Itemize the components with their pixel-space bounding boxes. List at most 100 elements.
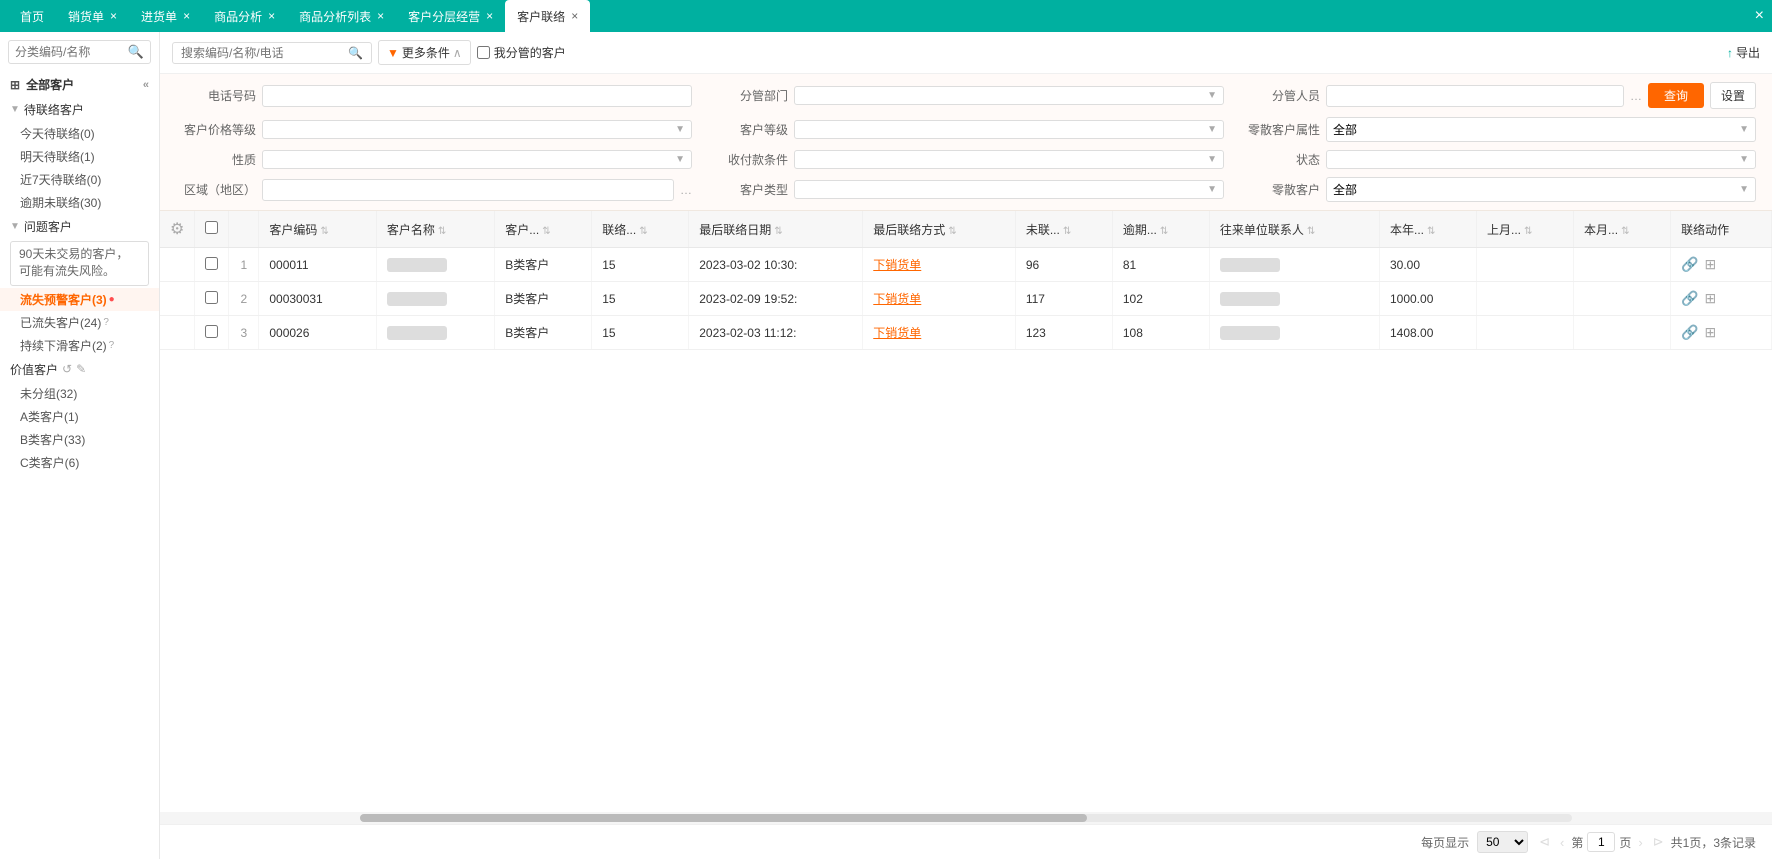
row-action: 🔗 ⊞ [1671,282,1772,316]
row-checkbox[interactable] [205,291,218,304]
page-prev-btn[interactable]: ‹ [1557,835,1567,850]
region-dots[interactable]: … [680,183,692,197]
page-label: 第 [1571,834,1583,851]
search-icon-btn[interactable]: 🔍 [348,46,363,60]
page-input[interactable] [1587,832,1615,852]
row-action-link-icon[interactable]: 🔗 [1681,256,1698,273]
row-action-more-icon[interactable]: ⊞ [1705,324,1717,341]
th-not-contacted[interactable]: 未联...⇅ [1015,211,1112,248]
filter-row-dept: 分管部门 ▼ [708,82,1224,109]
nature-select[interactable]: ▼ [262,150,692,169]
page-first-btn[interactable]: ⊲ [1536,834,1553,850]
row-last-month [1477,316,1574,350]
filter-row-nature: 性质 ▼ [176,150,692,169]
tab-purchase[interactable]: 进货单 × [129,0,202,32]
select-all-checkbox[interactable] [205,221,218,234]
tab-customer-contact-close[interactable]: × [571,9,578,23]
tab-sales[interactable]: 销货单 × [56,0,129,32]
row-overdue: 102 [1112,282,1209,316]
th-this-year[interactable]: 本年...⇅ [1379,211,1476,248]
page-next-btn[interactable]: › [1635,835,1645,850]
zero-attr-value: 全部 [1333,121,1357,138]
refresh-icon[interactable]: ↺ [62,362,72,376]
th-type[interactable]: 客户...⇅ [495,211,592,248]
row-action-link-icon[interactable]: 🔗 [1681,324,1698,341]
sidebar-item-classA-label: A类客户(1) [20,408,79,425]
zero-customer-select[interactable]: 全部 ▼ [1326,177,1756,202]
page-last-btn[interactable]: ⊳ [1650,834,1667,850]
customer-level-select[interactable]: ▼ [794,120,1224,139]
settings-btn[interactable]: 设置 [1710,82,1756,109]
customer-type-select[interactable]: ▼ [794,180,1224,199]
th-unit-contact[interactable]: 往来单位联系人⇅ [1209,211,1379,248]
my-customers-checkbox[interactable] [477,46,490,59]
th-last-contact-date[interactable]: 最后联络日期⇅ [689,211,863,248]
th-num [229,211,259,248]
th-settings[interactable]: ⚙ [160,211,195,248]
sidebar-item-overdue-contact[interactable]: 逾期未联络(30) [0,191,159,214]
sidebar-item-classC[interactable]: C类客户(6) [0,451,159,474]
sidebar-item-today[interactable]: 今天待联络(0) [0,122,159,145]
phone-label: 电话号码 [176,87,256,104]
row-checkbox[interactable] [205,257,218,270]
sidebar-all-customers[interactable]: ⊞ 全部客户 « [0,72,159,97]
row-action-link-icon[interactable]: 🔗 [1681,290,1698,307]
th-name[interactable]: 客户名称⇅ [376,211,494,248]
column-settings-icon[interactable]: ⚙ [170,221,184,238]
th-code[interactable]: 客户编码⇅ [259,211,376,248]
sidebar-item-classA[interactable]: A类客户(1) [0,405,159,428]
tab-analysis-list-close[interactable]: × [377,9,384,23]
tab-home[interactable]: 首页 [8,0,56,32]
sidebar-item-tomorrow[interactable]: 明天待联络(1) [0,145,159,168]
phone-input[interactable] [262,85,692,107]
zero-attr-select[interactable]: 全部 ▼ [1326,117,1756,142]
tab-customer-contact[interactable]: 客户联络 × [505,0,590,32]
row-action-more-icon[interactable]: ⊞ [1705,290,1717,307]
row-action-more-icon[interactable]: ⊞ [1705,256,1717,273]
contact-way-link[interactable]: 下销货单 [873,326,921,340]
tab-purchase-close[interactable]: × [183,9,190,23]
th-overdue[interactable]: 逾期...⇅ [1112,211,1209,248]
sidebar-all-label: 全部客户 [26,76,74,93]
edit-icon[interactable]: ✎ [76,362,86,376]
person-dots[interactable]: … [1630,89,1642,103]
sidebar-item-ungrouped[interactable]: 未分组(32) [0,382,159,405]
contact-way-link[interactable]: 下销货单 [873,292,921,306]
query-btn[interactable]: 查询 [1648,83,1704,108]
th-last-month[interactable]: 上月...⇅ [1477,211,1574,248]
sidebar-group-pending[interactable]: ▼ 待联络客户 [0,97,159,122]
sidebar-item-classB[interactable]: B类客户(33) [0,428,159,451]
th-contact[interactable]: 联络...⇅ [592,211,689,248]
sidebar-item-losing[interactable]: 流失预警客户(3) ● [0,288,159,311]
tab-customer-tier[interactable]: 客户分层经营 × [396,0,505,32]
tab-analysis-list[interactable]: 商品分析列表 × [287,0,396,32]
th-this-month[interactable]: 本月...⇅ [1574,211,1671,248]
filter-row-region: 区域（地区） … [176,177,692,202]
dept-select[interactable]: ▼ [794,86,1224,105]
sidebar-search-input[interactable] [15,45,128,59]
filter-btn[interactable]: ▼ 更多条件 ∧ [378,40,471,65]
sidebar-item-week[interactable]: 近7天待联络(0) [0,168,159,191]
horizontal-scrollbar[interactable] [160,812,1772,824]
sidebar-item-lost[interactable]: 已流失客户(24) ? [0,311,159,334]
region-input[interactable] [262,179,674,201]
sidebar-group-problem[interactable]: ▼ 问题客户 [0,214,159,239]
status-select[interactable]: ▼ [1326,150,1756,169]
person-input[interactable] [1326,85,1624,107]
sidebar-item-declining[interactable]: 持续下滑客户(2) ? [0,334,159,357]
page-size-select[interactable]: 50 100 200 [1477,831,1528,853]
contact-way-link[interactable]: 下销货单 [873,258,921,272]
tab-sales-close[interactable]: × [110,9,117,23]
export-btn[interactable]: ↑ 导出 [1727,44,1760,61]
price-level-chevron-icon: ▼ [675,124,685,135]
th-last-contact-way[interactable]: 最后联络方式⇅ [863,211,1016,248]
row-checkbox[interactable] [205,325,218,338]
price-level-select[interactable]: ▼ [262,120,692,139]
tab-analysis[interactable]: 商品分析 × [202,0,287,32]
search-input[interactable] [181,46,348,60]
tab-bar-close-all[interactable]: × [1755,7,1764,25]
tab-customer-tier-close[interactable]: × [486,9,493,23]
tab-analysis-close[interactable]: × [268,9,275,23]
payment-select[interactable]: ▼ [794,150,1224,169]
filter-row-status: 状态 ▼ [1240,150,1756,169]
